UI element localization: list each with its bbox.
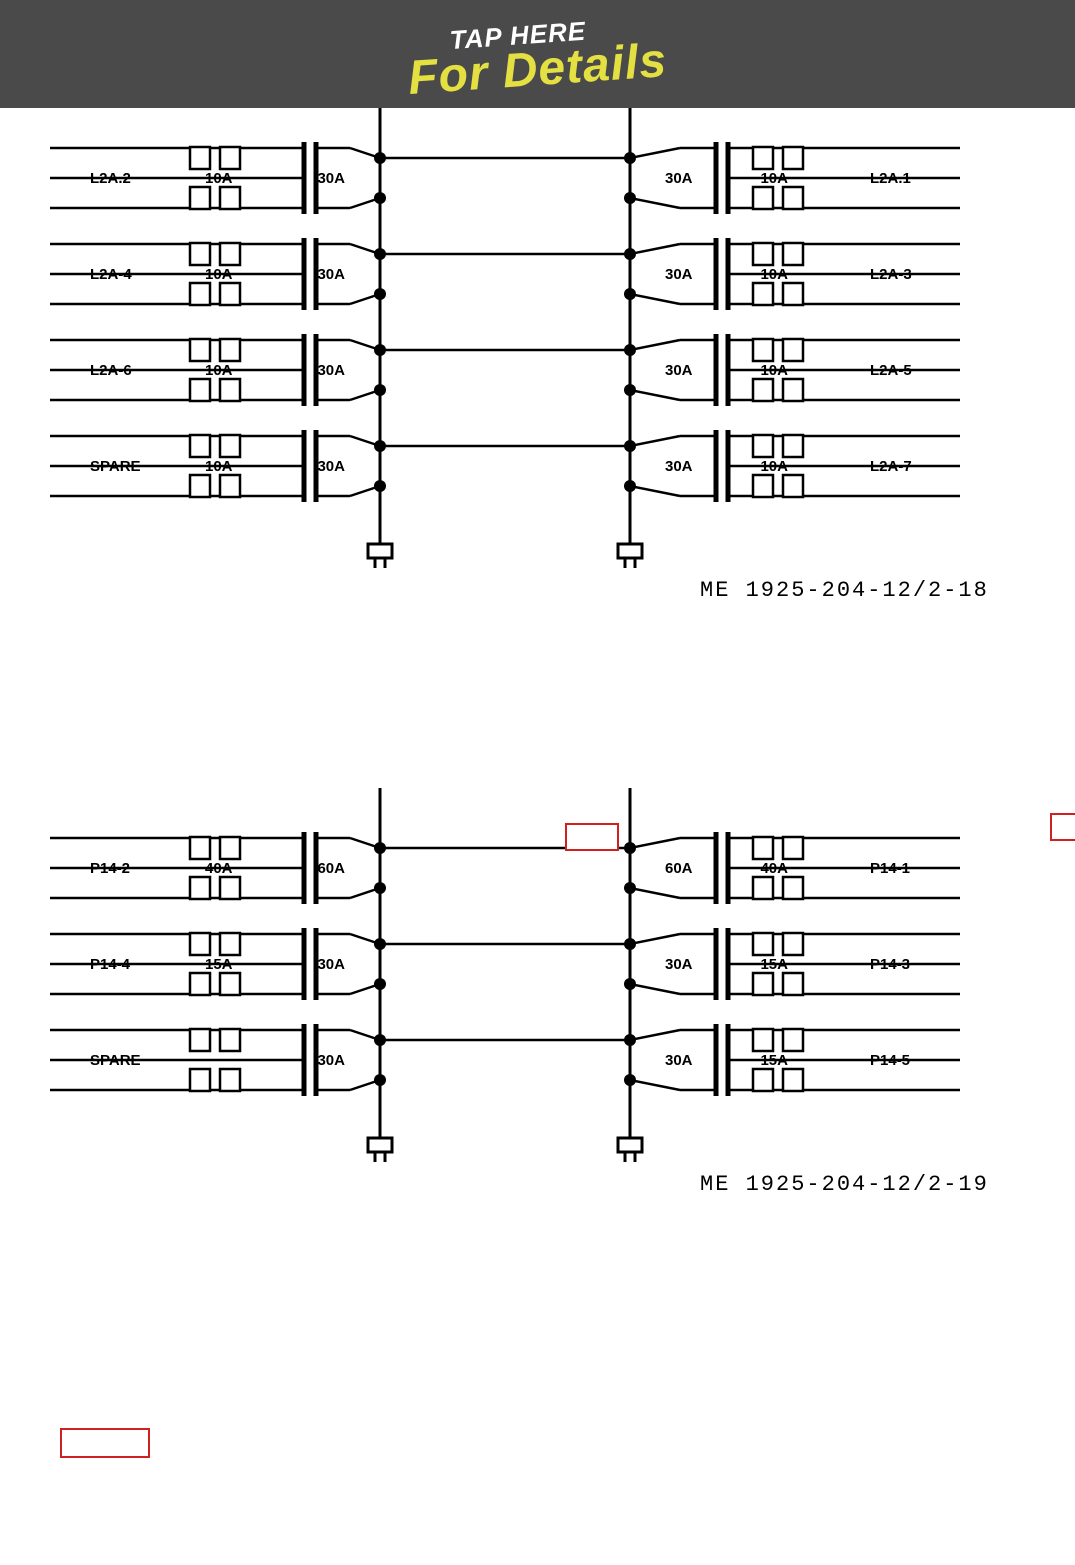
fuse-rating: 10A — [760, 362, 788, 379]
branch-label: L2A.2 — [90, 170, 131, 187]
fuse-rating: 10A — [760, 170, 788, 187]
branch-label: P14-4 — [90, 956, 131, 973]
branch-label: P14-2 — [90, 860, 130, 877]
branch-label: SPARE — [90, 1052, 141, 1069]
branch-label: SPARE — [90, 458, 141, 475]
bus-rating-left: 30A — [317, 458, 345, 475]
branch-label: P14-5 — [870, 1052, 910, 1069]
fuse-rating: 10A — [205, 362, 233, 379]
bus-rating-left: 30A — [317, 956, 345, 973]
fuse-rating: 10A — [205, 266, 233, 283]
bus-rating-left: 60A — [317, 860, 345, 877]
fuse-rating: 15A — [760, 956, 788, 973]
bus-rating-right: 30A — [665, 1052, 693, 1069]
bus-rating-right: 30A — [665, 458, 693, 475]
fuse-rating: 10A — [205, 170, 233, 187]
fuse-rating: 10A — [760, 266, 788, 283]
branch-label: L2A-6 — [90, 362, 132, 379]
banner-line-2: For Details — [406, 33, 668, 106]
bus-rating-right: 30A — [665, 266, 693, 283]
tap-here-banner[interactable]: TAP HERE For Details — [0, 0, 1075, 108]
bus-rating-left: 30A — [317, 266, 345, 283]
bus-rating-right: 30A — [665, 362, 693, 379]
panel-caption: ME 1925-204-12/2-18 — [700, 578, 989, 603]
bus-rating-left: 30A — [317, 362, 345, 379]
branch-label: L2A-3 — [870, 266, 912, 283]
fuse-rating: 10A — [760, 458, 788, 475]
red-marker-3 — [60, 1428, 150, 1458]
branch-label: L2A-4 — [90, 266, 132, 283]
branch-label: P14-1 — [870, 860, 910, 877]
fuse-rating: 10A — [205, 458, 233, 475]
panel: L2A.2 10A 30A L2A-4 10A 30A L2A-6 10A 30A SPARE 10… — [50, 108, 989, 603]
red-marker-2 — [1050, 813, 1075, 841]
bus-rating-left: 30A — [317, 170, 345, 187]
branch-label: L2A.1 — [870, 170, 911, 187]
branch-label: L2A-5 — [870, 362, 912, 379]
fuse-rating: 40A — [760, 860, 788, 877]
fuse-rating: 15A — [205, 956, 233, 973]
fuse-rating: 15A — [760, 1052, 788, 1069]
panel: P14-2 40A 60A P14-4 15A 30A SPARE 30A P14-1 40A 60… — [50, 788, 989, 1197]
branch-label: L2A-7 — [870, 458, 912, 475]
bus-rating-right: 30A — [665, 956, 693, 973]
red-marker-1 — [565, 823, 619, 851]
panel-caption: ME 1925-204-12/2-19 — [700, 1172, 989, 1197]
schematic-svg: L2A.2 10A 30A L2A-4 10A 30A L2A-6 10A 30A SPARE 10… — [0, 108, 1075, 1565]
bus-rating-right: 60A — [665, 860, 693, 877]
diagram-page: L2A.2 10A 30A L2A-4 10A 30A L2A-6 10A 30A SPARE 10… — [0, 108, 1075, 1565]
branch-label: P14-3 — [870, 956, 910, 973]
bus-rating-left: 30A — [317, 1052, 345, 1069]
fuse-rating: 40A — [205, 860, 233, 877]
bus-rating-right: 30A — [665, 170, 693, 187]
